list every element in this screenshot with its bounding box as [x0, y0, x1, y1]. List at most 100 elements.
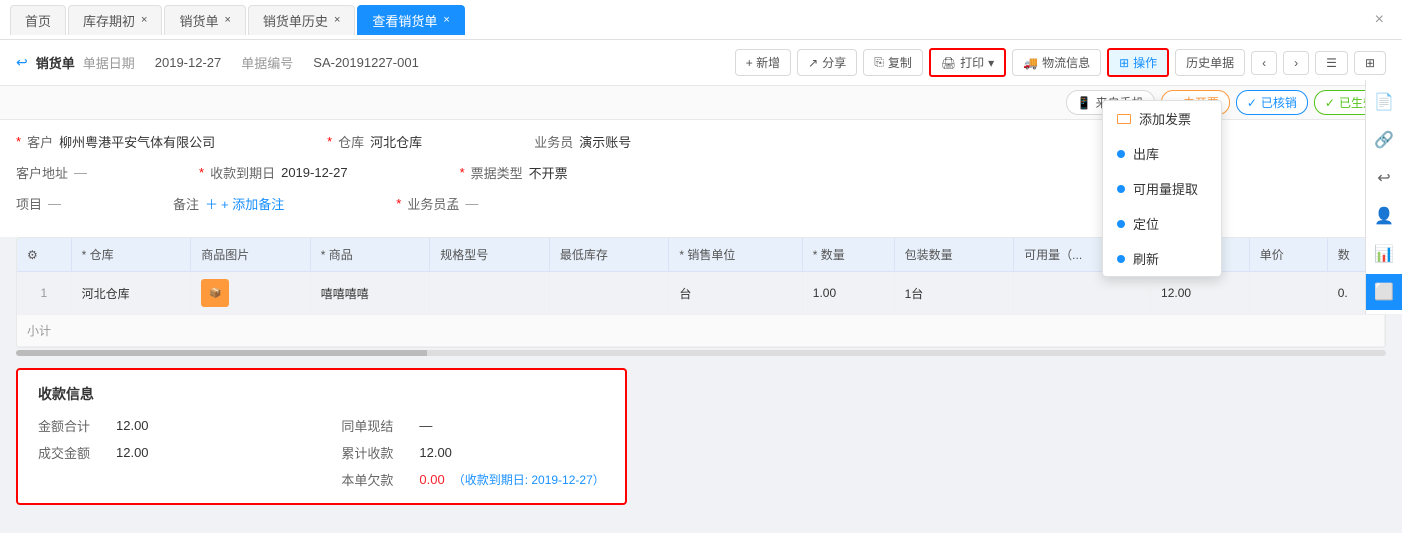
project-value[interactable]: —	[48, 196, 61, 211]
invoice-icon	[1117, 114, 1131, 124]
row-warehouse[interactable]: 河北仓库	[71, 272, 191, 315]
total-amount-value: 12.00	[116, 418, 149, 433]
phone-icon: 📱	[1077, 96, 1092, 110]
total-amount-label: 金额合计	[38, 416, 108, 435]
warehouse-required-star: *	[327, 134, 332, 149]
confirmed-button[interactable]: ✓ 已核销	[1236, 90, 1308, 115]
print-dropdown-arrow: ▾	[988, 56, 994, 70]
tab-close-inventory[interactable]: ×	[141, 14, 147, 26]
ticket-type-label: 票据类型	[471, 163, 523, 182]
scroll-bar[interactable]	[16, 350, 1386, 356]
doc-title-area: ↩ 销货单 单据日期 2019-12-27 单据编号 SA-20191227-0…	[16, 53, 719, 72]
note-field: 备注 ＋ + 添加备注	[173, 194, 284, 213]
new-button[interactable]: + 新增	[735, 49, 791, 76]
col-pkg-qty: 包装数量	[894, 238, 1014, 272]
logistics-button[interactable]: 🚚 物流信息	[1012, 49, 1101, 76]
tab-sales-order[interactable]: 销货单 ×	[164, 5, 245, 35]
warehouse-value[interactable]: 河北仓库	[370, 132, 422, 151]
list-view-button[interactable]: ⊞	[1354, 51, 1386, 75]
row-image: 📦	[191, 272, 311, 315]
tab-close-history[interactable]: ×	[334, 14, 340, 26]
due-date-value[interactable]: 2019-12-27	[281, 165, 348, 180]
salesperson-value[interactable]: 演示账号	[579, 132, 631, 151]
prev-button[interactable]: ‹	[1251, 51, 1277, 75]
tab-inventory-init[interactable]: 库存期初 ×	[68, 5, 162, 35]
share-button[interactable]: ↗ 分享	[797, 49, 857, 76]
col-unit: * 销售单位	[669, 238, 802, 272]
current-due-value: 0.00	[419, 472, 444, 487]
address-field: 客户地址 —	[16, 163, 87, 182]
row-qty[interactable]: 1.00	[802, 272, 894, 315]
payment-grid: 金额合计 12.00 成交金额 12.00 同单现结 — 累计收款 12.00 …	[38, 416, 605, 489]
warehouse-label: 仓库	[338, 132, 364, 151]
sidebar-expand-icon[interactable]: ⬜	[1366, 274, 1402, 310]
locate-item[interactable]: 定位	[1103, 206, 1221, 241]
row-stock[interactable]: 12.00	[1151, 272, 1250, 315]
row-min-stock	[549, 272, 669, 315]
operation-button[interactable]: ⊞ 操作	[1107, 48, 1169, 77]
customer-value[interactable]: 柳州粤港平安气体有限公司	[59, 132, 215, 151]
cumulative-label: 累计收款	[341, 443, 411, 462]
next-button[interactable]: ›	[1283, 51, 1309, 75]
sidebar-back-icon[interactable]: ↩	[1366, 160, 1402, 196]
right-sidebar: 📄 🔗 ↩ 👤 📊 ⬜	[1365, 80, 1402, 314]
add-note-button[interactable]: ＋ + 添加备注	[205, 194, 284, 213]
sidebar-user-icon[interactable]: 👤	[1366, 198, 1402, 234]
window-close-button[interactable]: ×	[1367, 11, 1392, 29]
tab-close-view[interactable]: ×	[443, 14, 449, 26]
same-settlement-value: —	[419, 418, 432, 433]
tab-view-sales[interactable]: 查看销货单 ×	[357, 5, 464, 35]
salesperson2-value[interactable]: —	[465, 196, 478, 211]
copy-button[interactable]: ⎘ 复制	[863, 49, 923, 76]
sp2-required-star: *	[396, 196, 401, 211]
salesperson2-field: * 业务员孟 —	[396, 194, 478, 213]
available-qty-item[interactable]: 可用量提取	[1103, 171, 1221, 206]
payment-title: 收款信息	[38, 384, 605, 404]
col-warehouse: * 仓库	[71, 238, 191, 272]
transaction-row: 成交金额 12.00	[38, 443, 301, 462]
row-available	[1014, 272, 1151, 315]
current-due-label: 本单欠款	[341, 470, 411, 489]
col-product: * 商品	[310, 238, 430, 272]
subtotal-label: 小计	[17, 315, 1385, 347]
row-product[interactable]: 嘻嘻嘻嘻	[310, 272, 430, 315]
outbound-dot	[1117, 150, 1125, 158]
table-row: 1 河北仓库 📦 嘻嘻嘻嘻 台 1.00 1台 12.00 0.	[17, 272, 1385, 315]
doc-no-value: SA-20191227-001	[313, 55, 419, 70]
operation-icon: ⊞	[1119, 56, 1129, 70]
history-button[interactable]: 历史单据	[1175, 49, 1245, 76]
col-gear[interactable]: ⚙	[17, 238, 71, 272]
tab-close-sales[interactable]: ×	[224, 14, 230, 26]
project-label: 项目	[16, 194, 42, 213]
tab-home[interactable]: 首页	[10, 5, 66, 35]
print-icon: 🖨	[941, 56, 956, 70]
ticket-type-value[interactable]: 不开票	[529, 163, 568, 182]
tab-sales-history[interactable]: 销货单历史 ×	[248, 5, 355, 35]
doc-no-label: 单据编号	[241, 53, 293, 72]
cumulative-value: 12.00	[419, 445, 452, 460]
check-icon: ✓	[1247, 96, 1257, 110]
payment-right-col: 同单现结 — 累计收款 12.00 本单欠款 0.00 （收款到期日: 2019…	[341, 416, 604, 489]
doc-date-value: 2019-12-27	[155, 55, 222, 70]
row-seq: 1	[17, 272, 71, 315]
row-unit[interactable]: 台	[669, 272, 802, 315]
sidebar-doc-icon[interactable]: 📄	[1366, 84, 1402, 120]
sidebar-chart-icon[interactable]: 📊	[1366, 236, 1402, 272]
row-pkg-qty[interactable]: 1台	[894, 272, 1014, 315]
print-button[interactable]: 🖨 打印 ▾	[929, 48, 1006, 77]
sidebar-link-icon[interactable]: 🔗	[1366, 122, 1402, 158]
row-price	[1249, 272, 1327, 315]
total-amount-row: 金额合计 12.00	[38, 416, 301, 435]
ticket-required-star: *	[460, 165, 465, 180]
transaction-label: 成交金额	[38, 443, 108, 462]
customer-label: 客户	[27, 132, 53, 151]
doc-type-label: 销货单	[36, 53, 75, 72]
outbound-item[interactable]: 出库	[1103, 136, 1221, 171]
address-value[interactable]: —	[74, 165, 87, 180]
effective-icon: ✓	[1325, 96, 1335, 110]
grid-view-button[interactable]: ☰	[1315, 51, 1348, 75]
ticket-type-field: * 票据类型 不开票	[460, 163, 568, 182]
refresh-item[interactable]: 刷新	[1103, 241, 1221, 276]
doc-meta: 单据日期 2019-12-27 单据编号 SA-20191227-001	[83, 53, 419, 72]
add-invoice-item[interactable]: 添加发票	[1103, 101, 1221, 136]
